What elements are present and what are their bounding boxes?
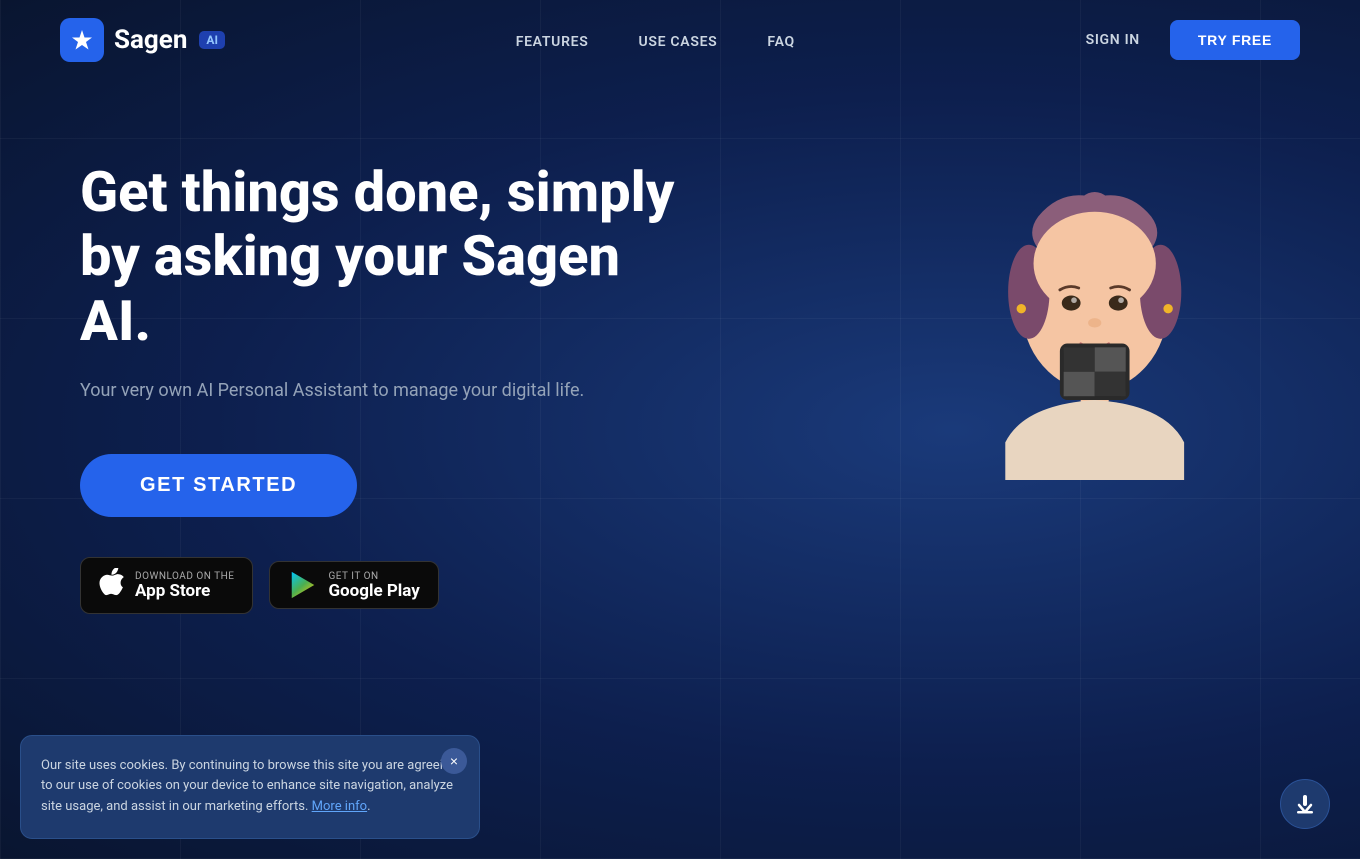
ai-avatar [940,160,1240,480]
hero-title-line2: by asking your Sagen AI. [80,223,620,353]
hero-subtitle: Your very own AI Personal Assistant to m… [80,377,700,406]
hero-section: Get things done, simply by asking your S… [0,80,700,614]
navbar: Sagen AI FEATURES USE CASES FAQ SIGN IN … [0,0,1360,80]
sign-in-link[interactable]: SIGN IN [1086,32,1140,48]
hero-title-line1: Get things done, simply [80,159,674,225]
google-play-pre-text: GET IT ON [328,571,419,582]
nav-use-cases[interactable]: USE CASES [639,34,718,50]
hero-title: Get things done, simply by asking your S… [80,160,700,353]
ai-badge: AI [199,31,225,49]
app-store-main-text: App Store [135,582,234,601]
scroll-down-button[interactable] [1280,779,1330,829]
cookie-banner: × Our site uses cookies. By continuing t… [20,735,480,839]
app-store-pre-text: Download on the [135,571,234,582]
apple-icon [99,568,125,603]
app-badges: Download on the App Store GET IT ON Goog… [80,557,700,614]
cookie-close-button[interactable]: × [441,748,467,774]
get-started-button[interactable]: GET STARTED [80,454,357,517]
google-play-text: GET IT ON Google Play [328,571,419,601]
logo-icon [60,18,104,62]
nav-faq[interactable]: FAQ [767,34,794,50]
try-free-button[interactable]: TRY FREE [1170,20,1300,60]
nav-features[interactable]: FEATURES [516,34,589,50]
download-icon [1294,793,1316,815]
cookie-more-info-link[interactable]: More info [312,799,367,814]
cookie-message: Our site uses cookies. By continuing to … [41,758,457,815]
logo-area[interactable]: Sagen AI [60,18,225,62]
google-play-icon [288,570,318,600]
app-store-text: Download on the App Store [135,571,234,601]
nav-links: FEATURES USE CASES FAQ [516,31,795,50]
brand-name: Sagen [114,25,187,55]
nav-right: SIGN IN TRY FREE [1086,20,1300,60]
google-play-main-text: Google Play [328,582,419,601]
google-play-badge[interactable]: GET IT ON Google Play [269,561,438,609]
app-store-badge[interactable]: Download on the App Store [80,557,253,614]
